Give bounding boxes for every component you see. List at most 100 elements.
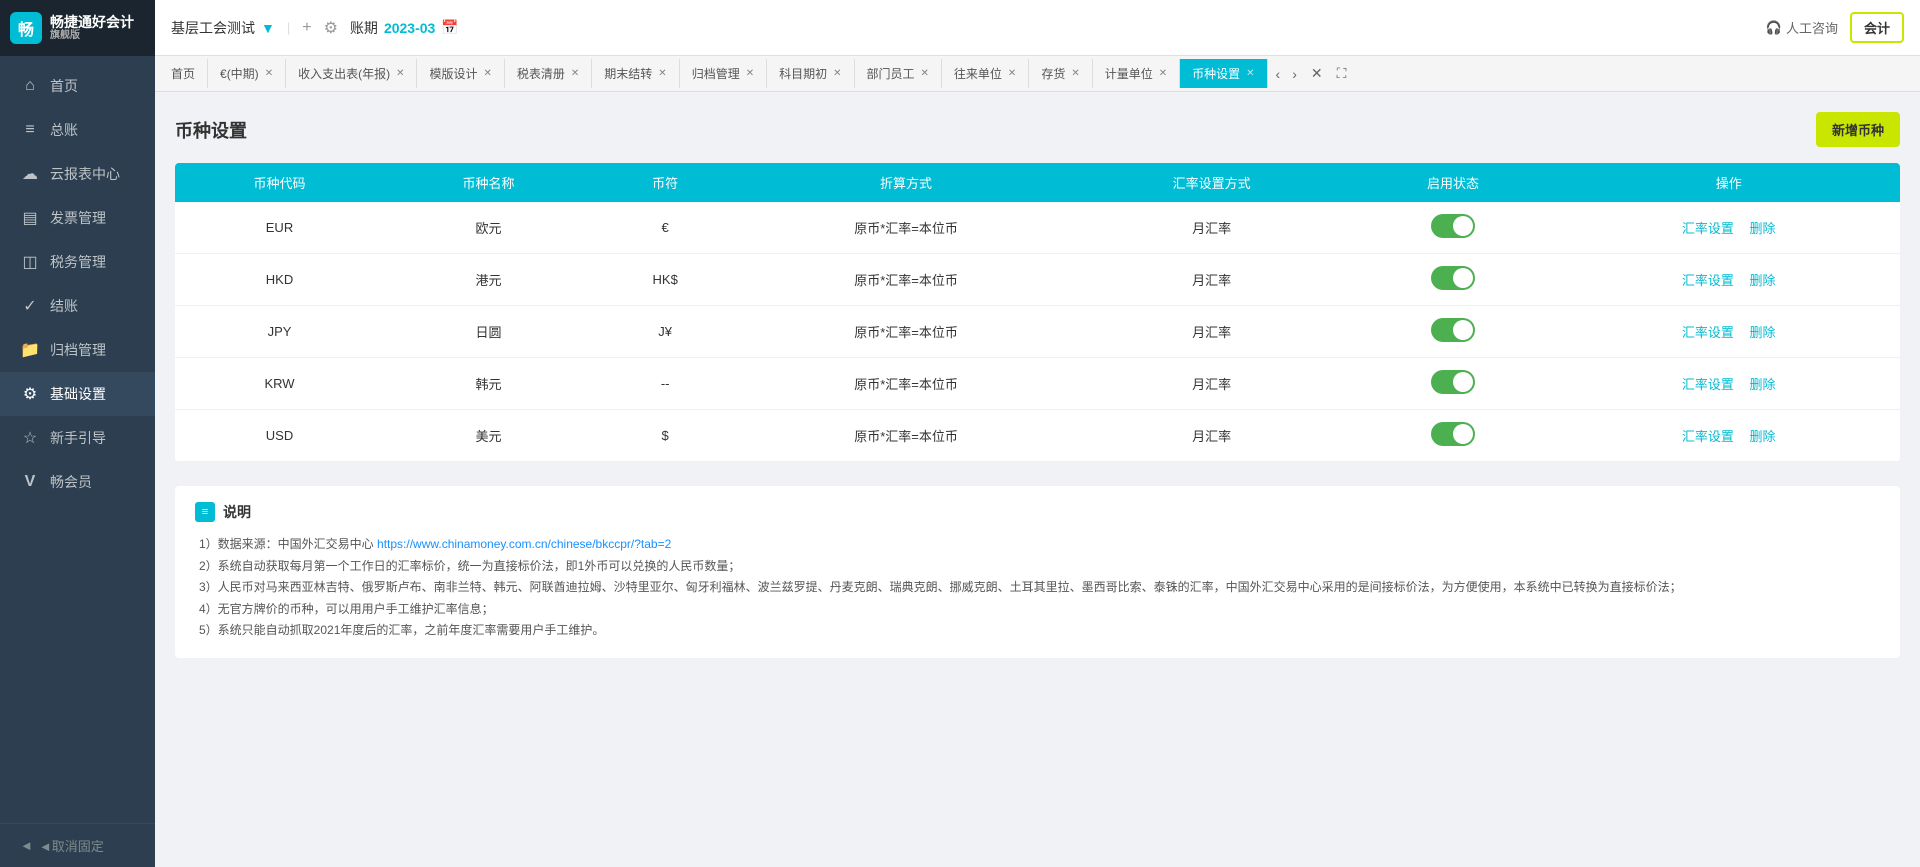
tab-unit[interactable]: 计量单位 ✕ [1093,59,1180,88]
home-icon: ⌂ [20,77,40,95]
settings-icon: ⚙ [20,384,40,404]
delete-link[interactable]: 删除 [1750,325,1776,340]
member-icon: V [20,473,40,491]
cell-actions: 汇率设置 删除 [1557,306,1900,358]
notes-external-link[interactable]: https://www.chinamoney.com.cn/chinese/bk… [377,537,671,551]
sidebar-item-reports[interactable]: ☁ 云报表中心 [0,152,155,196]
sidebar-item-guide[interactable]: ☆ 新手引导 [0,416,155,460]
enable-toggle[interactable] [1431,370,1475,394]
enable-toggle[interactable] [1431,318,1475,342]
cell-enabled [1348,306,1557,358]
tab-close-all-btn[interactable]: ✕ [1305,63,1329,84]
tab-archive[interactable]: 归档管理 ✕ [680,59,767,88]
cell-rate-type: 月汇率 [1075,202,1349,254]
topbar-right: 🎧 人工咨询 会计 [1766,12,1904,43]
delete-link[interactable]: 删除 [1750,429,1776,444]
delete-link[interactable]: 删除 [1750,221,1776,236]
toggle-thumb [1453,424,1473,444]
rate-setting-link[interactable]: 汇率设置 [1682,429,1734,444]
sidebar-item-checkout[interactable]: ✓ 结账 [0,284,155,328]
sidebar-item-label: 归档管理 [50,340,106,360]
tab-label: €(中期) [220,65,259,82]
col-enabled: 启用状态 [1348,163,1557,202]
tab-close-icon[interactable]: ✕ [1246,68,1254,79]
cell-symbol: € [593,202,737,254]
sidebar-item-settings[interactable]: ⚙ 基础设置 [0,372,155,416]
sidebar-item-label: 发票管理 [50,208,106,228]
col-calc: 折算方式 [737,163,1074,202]
table-body: EUR 欧元 € 原币*汇率=本位币 月汇率 汇率设置 删除 HKD 港元 HK… [175,202,1900,462]
sidebar-item-archive[interactable]: 📁 归档管理 [0,328,155,372]
tab-income[interactable]: 收入支出表(年报) ✕ [286,59,417,88]
tab-close-icon[interactable]: ✕ [1071,68,1079,79]
tab-prev-btn[interactable]: ‹ [1272,64,1285,84]
checkout-icon: ✓ [20,296,40,316]
company-settings-btn[interactable]: ⚙ [324,18,338,38]
delete-link[interactable]: 删除 [1750,273,1776,288]
tab-subject[interactable]: 科目期初 ✕ [767,59,854,88]
tab-period[interactable]: €(中期) ✕ [208,59,286,88]
notes-title-text: 说明 [223,502,251,522]
cell-name: 欧元 [384,202,593,254]
tab-close-icon[interactable]: ✕ [265,68,273,79]
notes-item: 1）数据来源：中国外汇交易中心 https://www.chinamoney.c… [195,534,1880,556]
content-area: 币种设置 新增币种 币种代码 币种名称 币符 折算方式 汇率设置方式 启用状态 … [155,92,1920,867]
tab-close-icon[interactable]: ✕ [746,68,754,79]
enable-toggle[interactable] [1431,266,1475,290]
tab-label: 归档管理 [692,65,740,82]
tab-currency[interactable]: 币种设置 ✕ [1180,59,1267,88]
tab-close-icon[interactable]: ✕ [1159,68,1167,79]
help-btn[interactable]: 🎧 人工咨询 [1766,18,1838,37]
tab-home[interactable]: 首页 [159,59,208,88]
tab-next-btn[interactable]: › [1288,64,1301,84]
cell-symbol: J¥ [593,306,737,358]
rate-setting-link[interactable]: 汇率设置 [1682,325,1734,340]
tab-dept[interactable]: 部门员工 ✕ [855,59,942,88]
calendar-icon[interactable]: 📅 [441,19,458,36]
new-currency-btn[interactable]: 新增币种 [1816,112,1900,147]
tab-inventory[interactable]: 存货 ✕ [1029,59,1092,88]
sidebar-item-ledger[interactable]: ≡ 总账 [0,108,155,152]
notes-icon: ≡ [195,502,215,522]
enable-toggle[interactable] [1431,422,1475,446]
tab-close-icon[interactable]: ✕ [833,68,841,79]
col-name: 币种名称 [384,163,593,202]
archive-icon: 📁 [20,340,40,360]
logo-icon: 畅 [10,12,42,44]
sidebar: 畅 畅捷通好会计 旗舰版 ⌂ 首页 ≡ 总账 ☁ 云报表中心 ▤ 发票管理 ◫ … [0,0,155,867]
tab-contact[interactable]: 往来单位 ✕ [942,59,1029,88]
tab-close-icon[interactable]: ✕ [921,68,929,79]
user-role-btn[interactable]: 会计 [1850,12,1904,43]
guide-icon: ☆ [20,428,40,448]
tab-close-icon[interactable]: ✕ [1008,68,1016,79]
sidebar-item-label: 总账 [50,120,78,140]
sidebar-item-invoice[interactable]: ▤ 发票管理 [0,196,155,240]
sidebar-pin-toggle[interactable]: ◄ ◄取消固定 [0,823,155,867]
tab-period-end[interactable]: 期末结转 ✕ [592,59,679,88]
cell-actions: 汇率设置 删除 [1557,202,1900,254]
invoice-icon: ▤ [20,208,40,228]
rate-setting-link[interactable]: 汇率设置 [1682,221,1734,236]
col-rate-type: 汇率设置方式 [1075,163,1349,202]
tab-template[interactable]: 模版设计 ✕ [417,59,504,88]
tab-tax[interactable]: 税表清册 ✕ [505,59,592,88]
tab-expand-btn[interactable]: ⛶ [1333,63,1351,84]
cell-name: 日圆 [384,306,593,358]
company-selector[interactable]: 基层工会测试 ▼ [171,18,275,38]
tab-close-icon[interactable]: ✕ [483,68,491,79]
delete-link[interactable]: 删除 [1750,377,1776,392]
tab-close-icon[interactable]: ✕ [658,68,666,79]
notes-item: 4）无官方牌价的币种，可以用用户手工维护汇率信息； [195,599,1880,621]
sidebar-item-tax[interactable]: ◫ 税务管理 [0,240,155,284]
tab-close-icon[interactable]: ✕ [396,68,404,79]
tab-close-icon[interactable]: ✕ [571,68,579,79]
cell-rate-type: 月汇率 [1075,254,1349,306]
currency-table: 币种代码 币种名称 币符 折算方式 汇率设置方式 启用状态 操作 EUR 欧元 … [175,163,1900,462]
sidebar-item-home[interactable]: ⌂ 首页 [0,64,155,108]
cell-calc: 原币*汇率=本位币 [737,254,1074,306]
enable-toggle[interactable] [1431,214,1475,238]
rate-setting-link[interactable]: 汇率设置 [1682,377,1734,392]
add-company-btn[interactable]: + [302,19,311,37]
sidebar-item-member[interactable]: V 畅会员 [0,460,155,504]
rate-setting-link[interactable]: 汇率设置 [1682,273,1734,288]
